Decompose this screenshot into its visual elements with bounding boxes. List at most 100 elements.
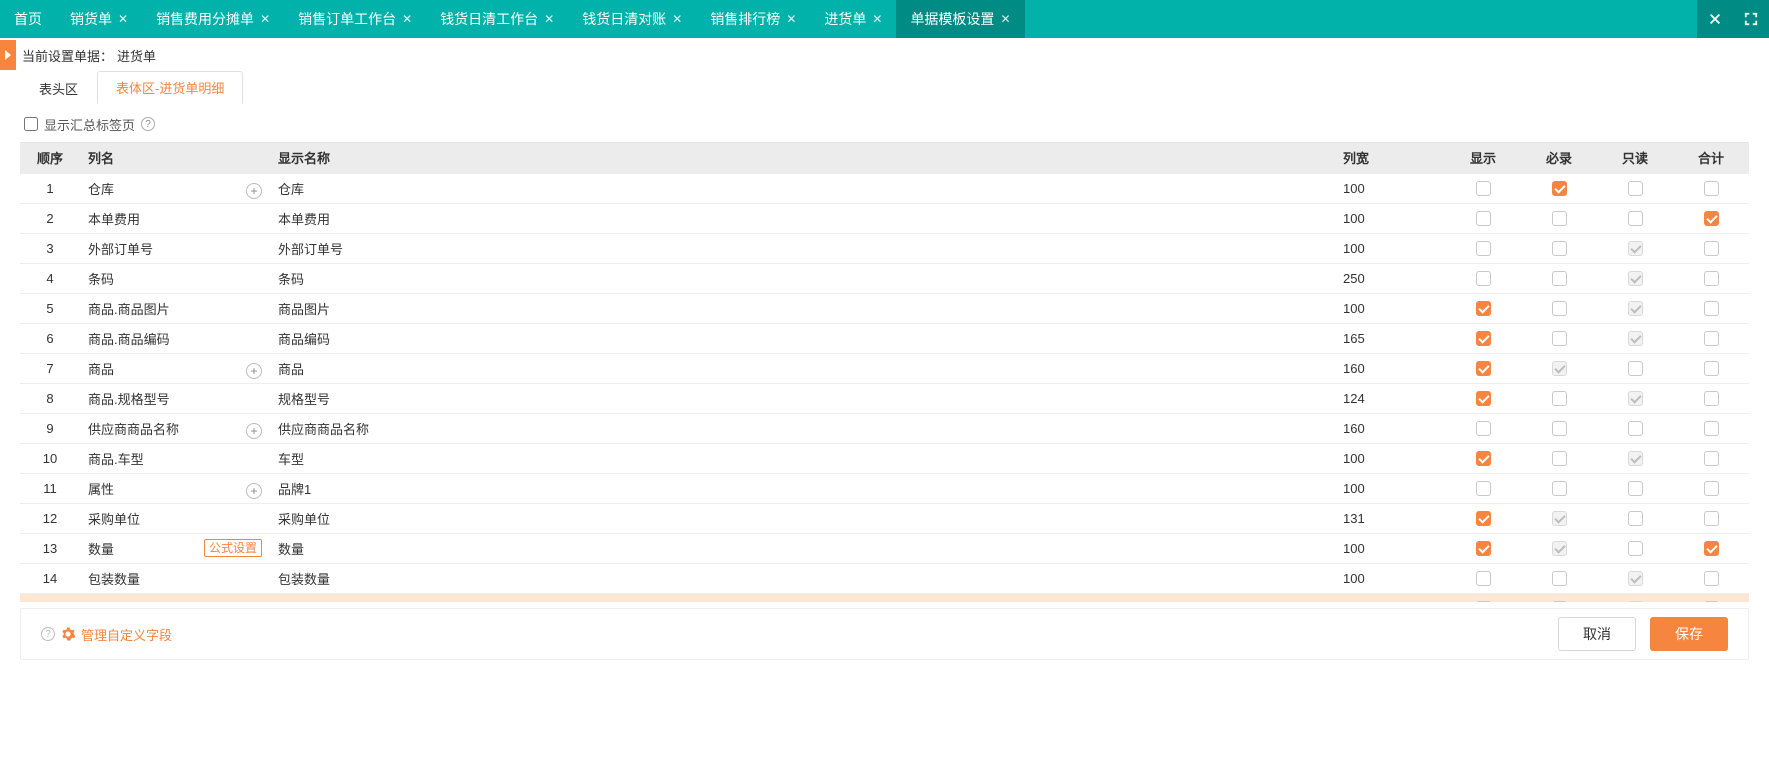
cell-display[interactable]: 包装数量 — [270, 563, 1335, 593]
checkbox[interactable] — [1476, 331, 1491, 346]
cell-width[interactable]: 165 — [1335, 323, 1445, 353]
top-tab[interactable]: 单据模板设置✕ — [896, 0, 1024, 38]
table-row[interactable]: 6商品.商品编码商品编码165 — [20, 323, 1749, 353]
cell-display[interactable]: 品牌1 — [270, 473, 1335, 503]
checkbox[interactable] — [1552, 271, 1567, 286]
checkbox[interactable] — [1552, 481, 1567, 496]
checkbox[interactable] — [1476, 211, 1491, 226]
cell-display[interactable]: 外部订单号 — [270, 233, 1335, 263]
checkbox[interactable] — [1476, 271, 1491, 286]
checkbox[interactable] — [1476, 301, 1491, 316]
table-row[interactable]: 11属性+品牌1100 — [20, 473, 1749, 503]
cell-width[interactable]: 100 — [1335, 593, 1445, 602]
checkbox[interactable] — [1552, 181, 1567, 196]
cell-width[interactable]: 100 — [1335, 293, 1445, 323]
top-tab[interactable]: 进货单✕ — [810, 0, 896, 38]
cell-display[interactable]: 车型 — [270, 443, 1335, 473]
close-icon[interactable]: ✕ — [786, 12, 796, 26]
checkbox[interactable] — [1476, 181, 1491, 196]
top-tab[interactable]: 销货单✕ — [56, 0, 142, 38]
checkbox[interactable] — [1704, 271, 1719, 286]
cell-width[interactable]: 131 — [1335, 503, 1445, 533]
cell-width[interactable]: 100 — [1335, 233, 1445, 263]
close-icon[interactable]: ✕ — [402, 12, 412, 26]
checkbox[interactable] — [1704, 181, 1719, 196]
checkbox[interactable] — [1476, 571, 1491, 586]
cell-width[interactable]: 100 — [1335, 173, 1445, 203]
cell-display[interactable]: 本单费用 — [270, 203, 1335, 233]
checkbox[interactable] — [1552, 301, 1567, 316]
summary-checkbox[interactable] — [24, 117, 38, 131]
cell-width[interactable]: 100 — [1335, 443, 1445, 473]
table-row[interactable]: 4条码条码250 — [20, 263, 1749, 293]
checkbox[interactable] — [1704, 331, 1719, 346]
checkbox[interactable] — [1552, 451, 1567, 466]
table-row[interactable]: 2本单费用本单费用100 — [20, 203, 1749, 233]
cell-display[interactable]: 商品图片 — [270, 293, 1335, 323]
checkbox[interactable] — [1476, 451, 1491, 466]
close-icon[interactable]: ✕ — [1000, 12, 1010, 26]
checkbox[interactable] — [1704, 361, 1719, 376]
table-row[interactable]: 8商品.规格型号规格型号124 — [20, 383, 1749, 413]
checkbox[interactable] — [1628, 361, 1643, 376]
plus-icon[interactable]: + — [246, 423, 262, 439]
cell-display[interactable]: 仓库 — [270, 173, 1335, 203]
checkbox[interactable] — [1552, 391, 1567, 406]
cell-width[interactable]: 100 — [1335, 533, 1445, 563]
checkbox[interactable] — [1704, 511, 1719, 526]
checkbox[interactable] — [1552, 331, 1567, 346]
cancel-button[interactable]: 取消 — [1558, 617, 1636, 651]
cell-width[interactable]: 124 — [1335, 383, 1445, 413]
checkbox[interactable] — [1704, 421, 1719, 436]
top-tab[interactable]: 销售订单工作台✕ — [284, 0, 426, 38]
top-tab[interactable]: 钱货日清对账✕ — [568, 0, 696, 38]
checkbox[interactable] — [1476, 601, 1491, 602]
close-icon[interactable]: ✕ — [118, 12, 128, 26]
cell-width[interactable]: 100 — [1335, 203, 1445, 233]
save-button[interactable]: 保存 — [1650, 617, 1728, 651]
expand-handle[interactable] — [0, 40, 16, 70]
table-row[interactable]: 9供应商商品名称+供应商商品名称160 — [20, 413, 1749, 443]
cell-width[interactable]: 160 — [1335, 413, 1445, 443]
checkbox[interactable] — [1476, 481, 1491, 496]
fullscreen-icon[interactable] — [1733, 0, 1769, 38]
plus-icon[interactable]: + — [246, 483, 262, 499]
checkbox[interactable] — [1704, 301, 1719, 316]
top-tab[interactable]: 销售排行榜✕ — [696, 0, 810, 38]
top-tab[interactable]: 钱货日清工作台✕ — [426, 0, 568, 38]
table-row[interactable]: 3外部订单号外部订单号100 — [20, 233, 1749, 263]
checkbox[interactable] — [1704, 541, 1719, 556]
checkbox[interactable] — [1628, 211, 1643, 226]
cell-display[interactable]: 采购单位 — [270, 503, 1335, 533]
cell-display[interactable]: 条码 — [270, 263, 1335, 293]
cell-width[interactable]: 160 — [1335, 353, 1445, 383]
cell-display[interactable]: 供应商商品名称 — [270, 413, 1335, 443]
cell-display[interactable]: 商品编码 — [270, 323, 1335, 353]
checkbox[interactable] — [1628, 181, 1643, 196]
cell-width[interactable]: 100 — [1335, 473, 1445, 503]
table-row[interactable]: 7商品+商品160 — [20, 353, 1749, 383]
checkbox[interactable] — [1476, 241, 1491, 256]
checkbox[interactable] — [1704, 451, 1719, 466]
checkbox[interactable] — [1476, 391, 1491, 406]
cell-width[interactable]: 250 — [1335, 263, 1445, 293]
table-row[interactable]: 14包装数量包装数量100 — [20, 563, 1749, 593]
cell-display[interactable]: 商品 — [270, 353, 1335, 383]
checkbox[interactable] — [1552, 571, 1567, 586]
plus-icon[interactable]: + — [246, 183, 262, 199]
checkbox[interactable] — [1476, 421, 1491, 436]
top-tab[interactable]: 销售费用分摊单✕ — [142, 0, 284, 38]
checkbox[interactable] — [1476, 511, 1491, 526]
cell-display[interactable]: 规格型号 — [270, 383, 1335, 413]
checkbox[interactable] — [1552, 211, 1567, 226]
checkbox[interactable] — [1552, 601, 1567, 602]
table-row[interactable]: 5商品.商品图片商品图片100 — [20, 293, 1749, 323]
close-all-icon[interactable] — [1697, 0, 1733, 38]
checkbox[interactable] — [1476, 541, 1491, 556]
cell-width[interactable]: 100 — [1335, 563, 1445, 593]
help-icon[interactable]: ? — [141, 117, 155, 131]
close-icon[interactable]: ✕ — [672, 12, 682, 26]
checkbox[interactable] — [1704, 571, 1719, 586]
plus-icon[interactable]: + — [246, 363, 262, 379]
formula-tag[interactable]: 公式设置 — [204, 539, 262, 557]
